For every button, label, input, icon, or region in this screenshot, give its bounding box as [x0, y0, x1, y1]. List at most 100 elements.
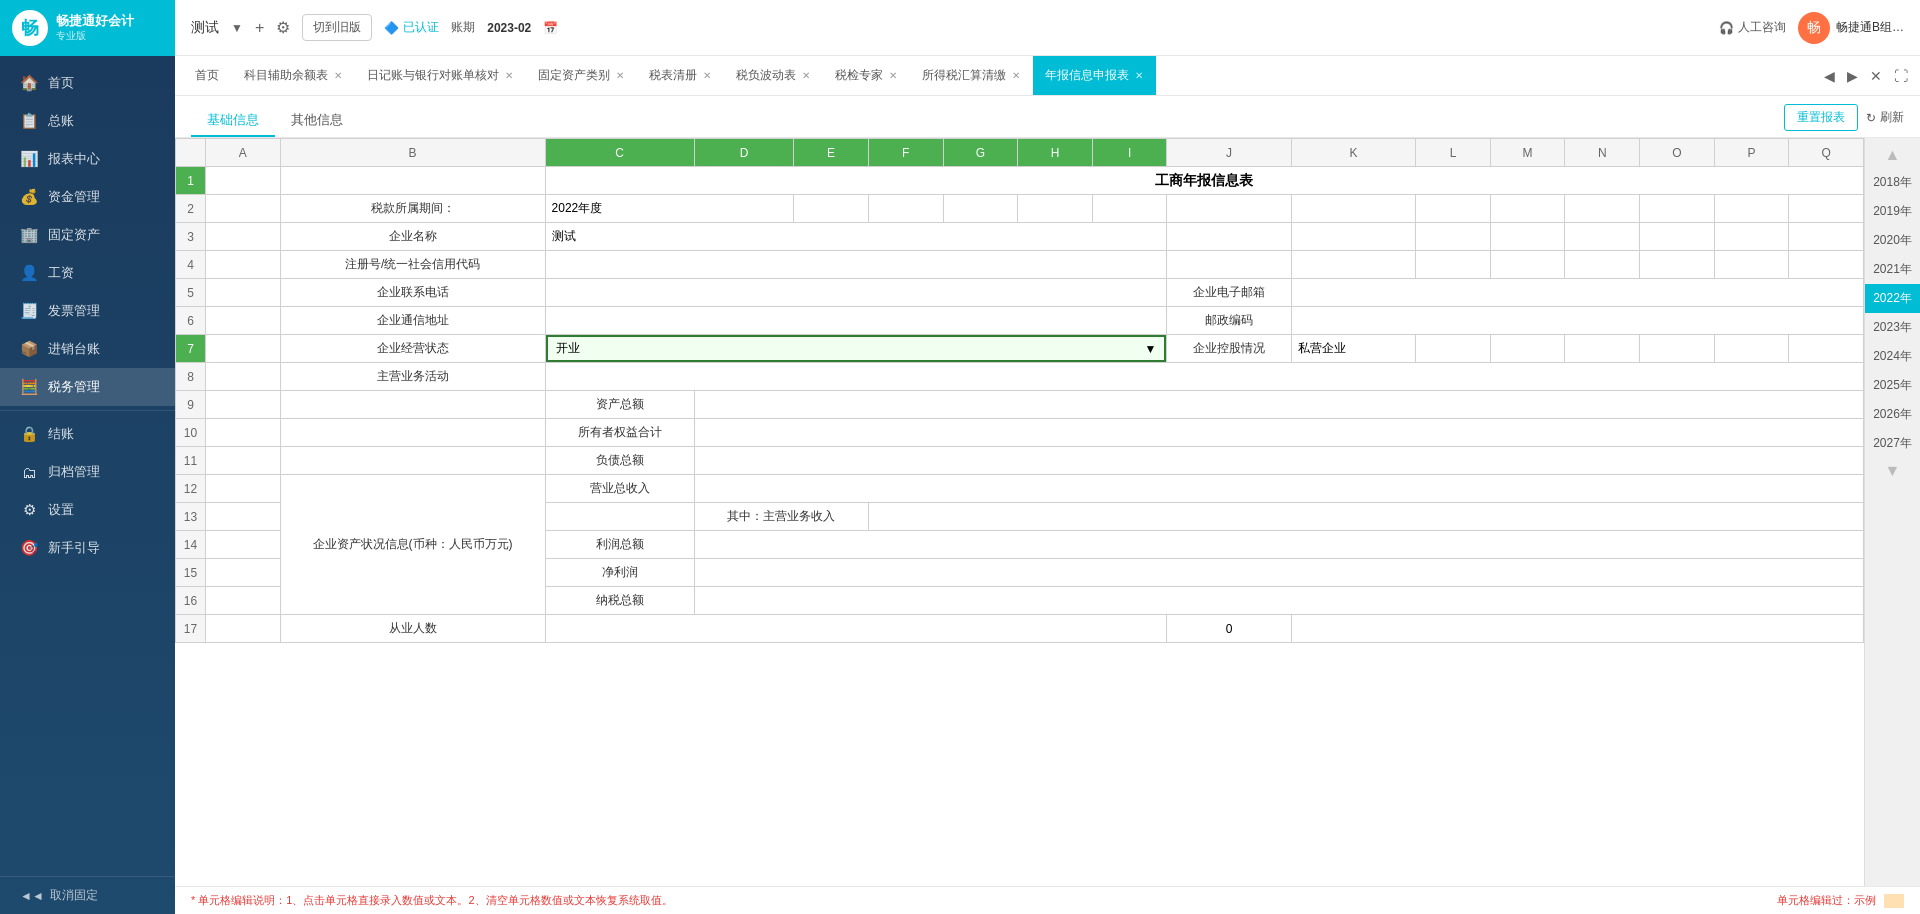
- cell-9-b[interactable]: [280, 391, 545, 419]
- tab-home[interactable]: 首页: [183, 56, 232, 96]
- cell-4-l[interactable]: [1416, 251, 1491, 279]
- cell-7-c-dropdown[interactable]: 开业 ▼: [545, 335, 1167, 363]
- cell-13-f[interactable]: [868, 503, 1863, 531]
- cell-3-j[interactable]: [1167, 223, 1291, 251]
- cell-11-b[interactable]: [280, 447, 545, 475]
- tab-subject-balance[interactable]: 科目辅助余额表 ✕: [232, 56, 355, 96]
- cell-3-a[interactable]: [206, 223, 281, 251]
- reset-report-btn[interactable]: 重置报表: [1784, 104, 1858, 131]
- cell-2-g[interactable]: [943, 195, 1018, 223]
- cell-3-k[interactable]: [1291, 223, 1415, 251]
- cell-7-q[interactable]: [1789, 335, 1864, 363]
- tab-tax-list[interactable]: 税表清册 ✕: [637, 56, 724, 96]
- tab-tax-expert[interactable]: 税检专家 ✕: [823, 56, 910, 96]
- cell-2-o[interactable]: [1640, 195, 1715, 223]
- col-header-c[interactable]: C: [545, 139, 694, 167]
- topbar-add-btn[interactable]: +: [255, 19, 264, 37]
- tab-expand-btn[interactable]: ⛶: [1890, 64, 1912, 88]
- sidebar-item-reports[interactable]: 📊 报表中心: [0, 140, 175, 178]
- cell-11-a[interactable]: [206, 447, 281, 475]
- sidebar-item-stock[interactable]: 📦 进销台账: [0, 330, 175, 368]
- cell-9-d[interactable]: [694, 391, 1863, 419]
- cell-4-p[interactable]: [1714, 251, 1789, 279]
- cell-2-m[interactable]: [1490, 195, 1565, 223]
- tab-annual-report[interactable]: 年报信息申报表 ✕: [1033, 56, 1156, 96]
- col-header-m[interactable]: M: [1490, 139, 1565, 167]
- cell-7-l[interactable]: [1416, 335, 1491, 363]
- cell-1-a[interactable]: [206, 167, 281, 195]
- cell-12-d[interactable]: [694, 475, 1863, 503]
- cell-3-l[interactable]: [1416, 223, 1491, 251]
- cell-12-a[interactable]: [206, 475, 281, 503]
- tab-income-tax[interactable]: 所得税汇算清缴 ✕: [910, 56, 1033, 96]
- tab-fixed-asset-cat[interactable]: 固定资产类别 ✕: [526, 56, 637, 96]
- tab-tax-fluctuation[interactable]: 税负波动表 ✕: [724, 56, 823, 96]
- tab-close-taxfluc[interactable]: ✕: [802, 70, 810, 81]
- cell-4-q[interactable]: [1789, 251, 1864, 279]
- cell-2-f[interactable]: [868, 195, 943, 223]
- cell-2-q[interactable]: [1789, 195, 1864, 223]
- cell-3-n[interactable]: [1565, 223, 1640, 251]
- cell-3-o[interactable]: [1640, 223, 1715, 251]
- cell-7-m[interactable]: [1490, 335, 1565, 363]
- cell-7-p[interactable]: [1714, 335, 1789, 363]
- sidebar-item-invoice[interactable]: 🧾 发票管理: [0, 292, 175, 330]
- col-header-d[interactable]: D: [694, 139, 794, 167]
- tab-close-incometax[interactable]: ✕: [1012, 70, 1020, 81]
- calendar-icon[interactable]: 📅: [543, 21, 558, 35]
- cell-4-o[interactable]: [1640, 251, 1715, 279]
- cell-4-j[interactable]: [1167, 251, 1291, 279]
- subtab-basic[interactable]: 基础信息: [191, 105, 275, 137]
- tab-close-journal[interactable]: ✕: [505, 70, 513, 81]
- sidebar-item-close[interactable]: 🔒 结账: [0, 415, 175, 453]
- col-header-q[interactable]: Q: [1789, 139, 1864, 167]
- sidebar-item-assets[interactable]: 🏢 固定资产: [0, 216, 175, 254]
- cell-1-b[interactable]: [280, 167, 545, 195]
- col-header-b[interactable]: B: [280, 139, 545, 167]
- cell-2-e[interactable]: [794, 195, 869, 223]
- cell-7-n[interactable]: [1565, 335, 1640, 363]
- cell-2-k[interactable]: [1291, 195, 1415, 223]
- cell-13-a[interactable]: [206, 503, 281, 531]
- cell-8-a[interactable]: [206, 363, 281, 391]
- cell-2-n[interactable]: [1565, 195, 1640, 223]
- year-item-2023[interactable]: 2023年: [1865, 313, 1920, 342]
- year-item-2021[interactable]: 2021年: [1865, 255, 1920, 284]
- cell-10-b[interactable]: [280, 419, 545, 447]
- cell-3-p[interactable]: [1714, 223, 1789, 251]
- tab-prev-btn[interactable]: ◀: [1820, 64, 1839, 88]
- cell-5-k[interactable]: [1291, 279, 1863, 307]
- cell-7-a[interactable]: [206, 335, 281, 363]
- tab-next-btn[interactable]: ▶: [1843, 64, 1862, 88]
- tab-close-annual[interactable]: ✕: [1135, 70, 1143, 81]
- col-header-p[interactable]: P: [1714, 139, 1789, 167]
- col-header-e[interactable]: E: [794, 139, 869, 167]
- col-header-n[interactable]: N: [1565, 139, 1640, 167]
- cell-9-a[interactable]: [206, 391, 281, 419]
- year-down-btn[interactable]: ▼: [1881, 458, 1905, 484]
- sidebar-item-salary[interactable]: 👤 工资: [0, 254, 175, 292]
- cell-3-q[interactable]: [1789, 223, 1864, 251]
- col-header-j[interactable]: J: [1167, 139, 1291, 167]
- cell-10-a[interactable]: [206, 419, 281, 447]
- col-header-a[interactable]: A: [206, 139, 281, 167]
- sidebar-collapse-btn[interactable]: ◄◄ 取消固定: [0, 876, 175, 914]
- cell-17-c[interactable]: [545, 615, 1167, 643]
- topbar-dropdown-btn[interactable]: ▼: [231, 21, 243, 35]
- cell-11-d[interactable]: [694, 447, 1863, 475]
- sidebar-item-tax[interactable]: 🧮 税务管理: [0, 368, 175, 406]
- consult-btn[interactable]: 🎧 人工咨询: [1719, 19, 1786, 36]
- cell-8-c[interactable]: [545, 363, 1863, 391]
- cell-17-k[interactable]: [1291, 615, 1863, 643]
- col-header-f[interactable]: F: [868, 139, 943, 167]
- cell-2-p[interactable]: [1714, 195, 1789, 223]
- col-header-l[interactable]: L: [1416, 139, 1491, 167]
- cell-14-a[interactable]: [206, 531, 281, 559]
- year-item-2022[interactable]: 2022年: [1865, 284, 1920, 313]
- cell-10-d[interactable]: [694, 419, 1863, 447]
- col-header-i[interactable]: I: [1092, 139, 1167, 167]
- cell-17-j[interactable]: 0: [1167, 615, 1291, 643]
- cell-6-a[interactable]: [206, 307, 281, 335]
- cell-4-n[interactable]: [1565, 251, 1640, 279]
- tab-journal-bank[interactable]: 日记账与银行对账单核对 ✕: [355, 56, 526, 96]
